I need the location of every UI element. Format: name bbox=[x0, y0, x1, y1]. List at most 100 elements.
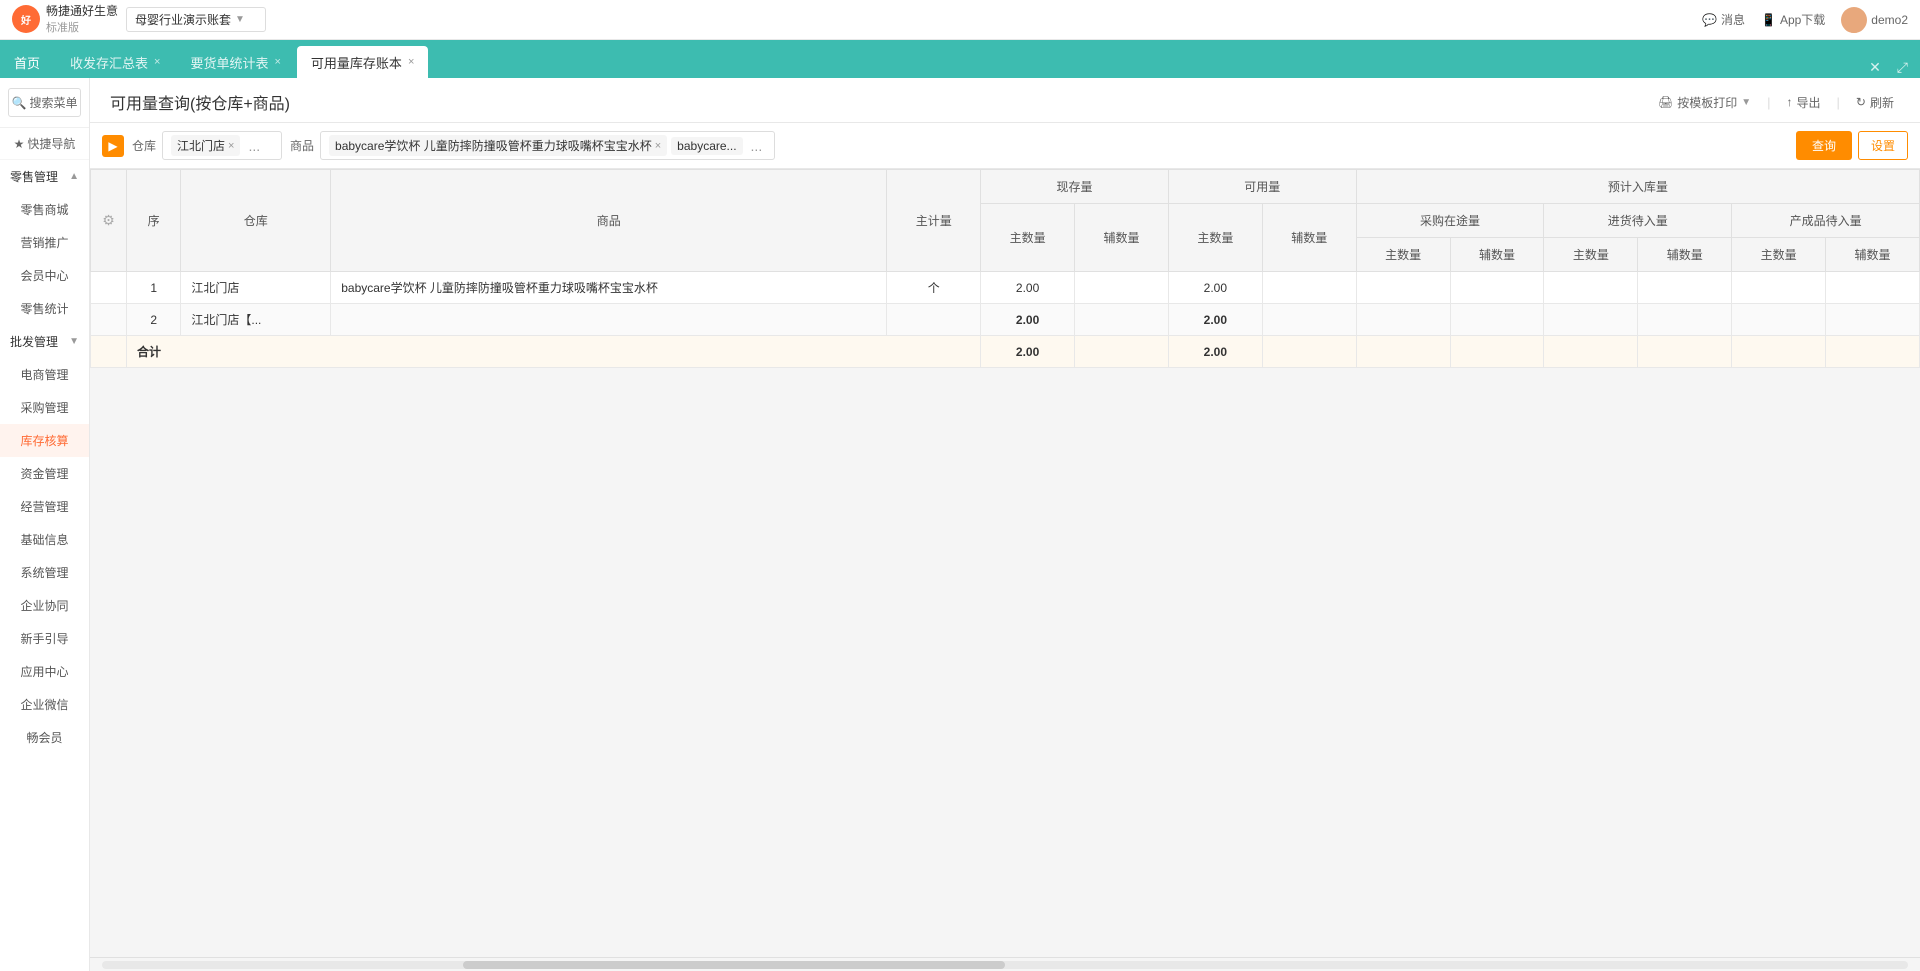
sidebar-item-member[interactable]: 会员中心 bbox=[0, 259, 89, 292]
top-bar: 好 畅捷通好生意 标准版 母婴行业演示账套 ▼ 💬 消息 📱 App下载 dem… bbox=[0, 0, 1920, 40]
app-icon: 📱 bbox=[1761, 13, 1776, 27]
search-menu-btn[interactable]: 🔍 搜索菜单 bbox=[8, 88, 81, 117]
product-value1: babycare学饮杯 儿童防摔防撞吸管杯重力球吸嘴杯宝宝水杯 bbox=[335, 137, 652, 154]
table-wrapper: ⚙ 序 仓库 商品 主计量 现存量 可用量 预计入库量 主数量 辅 bbox=[90, 169, 1920, 971]
th-purchase-transit: 采购在途量 bbox=[1356, 204, 1544, 238]
expand-icon: ▶ bbox=[108, 139, 117, 153]
export-btn[interactable]: ↑ 导出 bbox=[1781, 91, 1827, 114]
sidebar-item-basic-info[interactable]: 基础信息 bbox=[0, 523, 89, 556]
cell-product: babycare学饮杯 儿童防摔防撞吸管杯重力球吸嘴杯宝宝水杯 bbox=[331, 272, 887, 304]
sidebar-item-label: 零售统计 bbox=[20, 300, 68, 317]
sidebar-item-purchase[interactable]: 采购管理 bbox=[0, 391, 89, 424]
quick-nav-btn[interactable]: ★ 快捷导航 bbox=[0, 128, 89, 160]
product-value2: babycare... bbox=[677, 139, 736, 153]
th-avail-main: 主数量 bbox=[1168, 204, 1262, 272]
print-btn[interactable]: 🖨 按模板打印 ▼ bbox=[1652, 91, 1757, 114]
sidebar-item-finance[interactable]: 资金管理 bbox=[0, 457, 89, 490]
scrollbar-thumb[interactable] bbox=[463, 961, 1005, 969]
warehouse-input[interactable]: 江北门店 × ... bbox=[162, 131, 282, 160]
sidebar-item-operations[interactable]: 经营管理 bbox=[0, 490, 89, 523]
sidebar-item-retail-stats[interactable]: 零售统计 bbox=[0, 292, 89, 325]
th-settings: ⚙ bbox=[91, 170, 127, 272]
sidebar: 🔍 搜索菜单 ★ 快捷导航 零售管理 ▲ 零售商城 营销推广 会员中心 零售统计… bbox=[0, 78, 90, 971]
close-all-btn[interactable]: ✕ bbox=[1865, 57, 1885, 78]
cell-pt-aux bbox=[1450, 272, 1544, 304]
query-button[interactable]: 查询 bbox=[1796, 131, 1852, 160]
summary-current-aux bbox=[1075, 336, 1169, 368]
sidebar-item-ecommerce[interactable]: 电商管理 bbox=[0, 358, 89, 391]
tab-receipts-close[interactable]: × bbox=[154, 56, 160, 68]
column-settings-icon[interactable]: ⚙ bbox=[102, 212, 115, 228]
cell-avail-main: 2.00 bbox=[1168, 272, 1262, 304]
th-unit: 主计量 bbox=[887, 170, 981, 272]
sidebar-item-marketing[interactable]: 营销推广 bbox=[0, 226, 89, 259]
cell-product bbox=[331, 304, 887, 336]
tab-inventory[interactable]: 可用量库存账本 × bbox=[297, 46, 428, 78]
sidebar-item-app-center[interactable]: 应用中心 bbox=[0, 655, 89, 688]
cell-unit: 个 bbox=[887, 272, 981, 304]
table-scroll[interactable]: ⚙ 序 仓库 商品 主计量 现存量 可用量 预计入库量 主数量 辅 bbox=[90, 169, 1920, 957]
table-row: 1 江北门店 babycare学饮杯 儿童防摔防撞吸管杯重力球吸嘴杯宝宝水杯 个… bbox=[91, 272, 1920, 304]
cell-pt-aux bbox=[1450, 304, 1544, 336]
sidebar-item-wechat[interactable]: 企业微信 bbox=[0, 688, 89, 721]
cell-avail-aux bbox=[1262, 304, 1356, 336]
warehouse-remove-btn[interactable]: × bbox=[228, 140, 234, 152]
tab-home[interactable]: 首页 bbox=[0, 46, 54, 78]
maximize-btn[interactable]: ⤢ bbox=[1893, 57, 1912, 78]
summary-avail-main: 2.00 bbox=[1168, 336, 1262, 368]
cell-prod-aux bbox=[1826, 304, 1920, 336]
tab-inventory-close[interactable]: × bbox=[408, 56, 414, 68]
sidebar-item-system[interactable]: 系统管理 bbox=[0, 556, 89, 589]
warehouse-label: 仓库 bbox=[132, 137, 156, 154]
th-available: 可用量 bbox=[1168, 170, 1356, 204]
horizontal-scrollbar[interactable] bbox=[90, 957, 1920, 971]
page-header: 可用量查询(按仓库+商品) 🖨 按模板打印 ▼ | ↑ 导出 | ↻ 刷新 bbox=[90, 78, 1920, 123]
nav-tabs: 首页 收发存汇总表 × 要货单统计表 × 可用量库存账本 × ✕ ⤢ bbox=[0, 40, 1920, 78]
product-filter: 商品 babycare学饮杯 儿童防摔防撞吸管杯重力球吸嘴杯宝宝水杯 × bab… bbox=[290, 131, 775, 160]
product-remove-btn1[interactable]: × bbox=[655, 140, 661, 152]
th-index: 序 bbox=[127, 170, 181, 272]
sidebar-item-wholesale[interactable]: 批发管理 ▼ bbox=[0, 325, 89, 358]
logo-subtext: 标准版 bbox=[46, 19, 118, 35]
sidebar-item-retail-store[interactable]: 零售商城 bbox=[0, 193, 89, 226]
app-download-btn[interactable]: 📱 App下载 bbox=[1761, 11, 1825, 28]
filter-expand-btn[interactable]: ▶ bbox=[102, 135, 124, 157]
tab-receipts-label: 收发存汇总表 bbox=[70, 53, 148, 72]
sidebar-item-newbie[interactable]: 新手引导 bbox=[0, 622, 89, 655]
filter-bar: ▶ 仓库 江北门店 × ... 商品 babycare学饮杯 儿童防摔防撞吸管杯… bbox=[90, 123, 1920, 169]
product-input[interactable]: babycare学饮杯 儿童防摔防撞吸管杯重力球吸嘴杯宝宝水杯 × babyca… bbox=[320, 131, 775, 160]
cell-settings bbox=[91, 272, 127, 304]
message-label: 消息 bbox=[1721, 11, 1745, 28]
th-prod-aux: 辅数量 bbox=[1826, 238, 1920, 272]
tab-inventory-label: 可用量库存账本 bbox=[311, 53, 402, 72]
sidebar-item-label: 电商管理 bbox=[20, 366, 68, 383]
scrollbar-track bbox=[102, 961, 1908, 969]
tab-receipts[interactable]: 收发存汇总表 × bbox=[56, 46, 174, 78]
product-more-btn[interactable]: ... bbox=[747, 138, 767, 154]
settings-button[interactable]: 设置 bbox=[1858, 131, 1908, 160]
warehouse-value: 江北门店 bbox=[177, 137, 225, 154]
sidebar-item-inventory-check[interactable]: 库存核算 bbox=[0, 424, 89, 457]
th-pp-main: 主数量 bbox=[1544, 238, 1638, 272]
tab-orders[interactable]: 要货单统计表 × bbox=[176, 46, 294, 78]
sidebar-item-vip[interactable]: 畅会员 bbox=[0, 721, 89, 754]
summary-avail-aux bbox=[1262, 336, 1356, 368]
warehouse-tag: 江北门店 × bbox=[171, 135, 240, 156]
sidebar-item-label: 应用中心 bbox=[20, 663, 68, 680]
account-selector[interactable]: 母婴行业演示账套 ▼ bbox=[126, 7, 266, 32]
top-bar-right: 💬 消息 📱 App下载 demo2 bbox=[1702, 7, 1908, 33]
message-btn[interactable]: 💬 消息 bbox=[1702, 11, 1745, 28]
logo-area: 好 畅捷通好生意 标准版 bbox=[12, 4, 118, 34]
summary-pp-main bbox=[1544, 336, 1638, 368]
page-actions: 🖨 按模板打印 ▼ | ↑ 导出 | ↻ 刷新 bbox=[1652, 91, 1900, 114]
sidebar-item-retail-mgmt[interactable]: 零售管理 ▲ bbox=[0, 160, 89, 193]
tab-orders-close[interactable]: × bbox=[274, 56, 280, 68]
cell-settings bbox=[91, 304, 127, 336]
tab-orders-label: 要货单统计表 bbox=[190, 53, 268, 72]
th-product: 商品 bbox=[331, 170, 887, 272]
warehouse-more-btn[interactable]: ... bbox=[244, 138, 264, 154]
refresh-btn[interactable]: ↻ 刷新 bbox=[1850, 91, 1900, 114]
user-area[interactable]: demo2 bbox=[1841, 7, 1908, 33]
sidebar-item-enterprise[interactable]: 企业协同 bbox=[0, 589, 89, 622]
chevron-up-icon: ▲ bbox=[69, 171, 79, 182]
